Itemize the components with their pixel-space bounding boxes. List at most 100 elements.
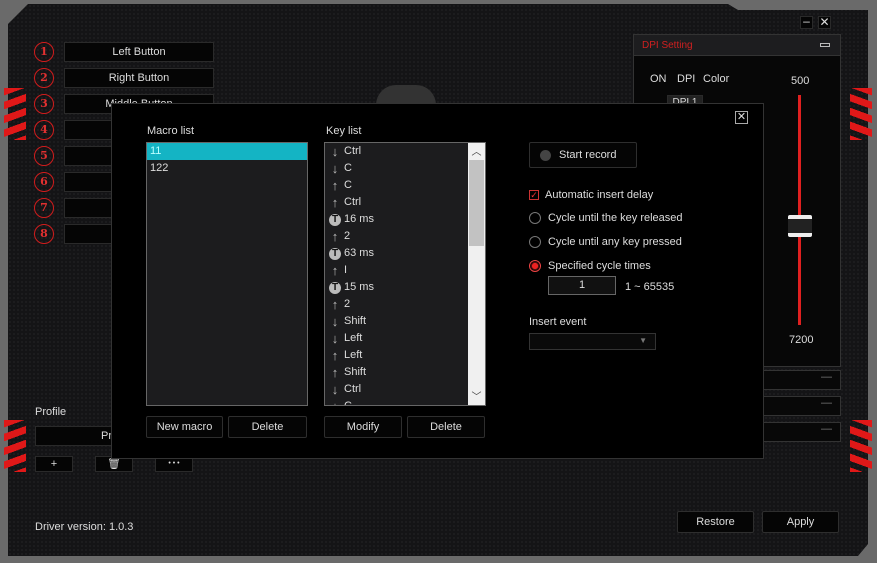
radio-key-released[interactable]: Cycle until the key released [529, 212, 683, 224]
dpi-slider-thumb[interactable] [788, 215, 812, 238]
dpi-title: DPI Setting [634, 35, 840, 56]
dpi-slider-track[interactable] [798, 95, 801, 325]
key-item[interactable]: ↑ C [325, 177, 468, 194]
arrow-up-icon: ↑ [331, 365, 339, 380]
key-item[interactable]: ↑ 2 [325, 228, 468, 245]
radio-icon [529, 212, 541, 224]
key-text: Left [344, 332, 363, 344]
decor-stripes [850, 420, 872, 472]
new-macro-button[interactable]: New macro [146, 416, 223, 438]
mouse-button-assign[interactable]: Left Button [64, 42, 214, 62]
key-list[interactable]: ↓ Ctrl ↓ C ↑ C ↑ Ctrl T 16 ms ↑ 2 T 63 ms ↑ I T 15 ms ↑ 2 ↓ S… [324, 142, 486, 406]
key-item[interactable]: ↓ Ctrl [325, 143, 468, 160]
radio-any-key[interactable]: Cycle until any key pressed [529, 236, 682, 248]
mouse-button-assign[interactable]: Right Button [64, 68, 214, 88]
add-profile-button[interactable]: + [35, 456, 73, 472]
radio-label: Cycle until the key released [548, 212, 683, 224]
key-item[interactable]: T 63 ms [325, 245, 468, 262]
slider-max: 7200 [789, 334, 814, 346]
arrow-down-icon: ↓ [331, 382, 339, 397]
key-text: C [344, 400, 352, 406]
arrow-down-icon: ↓ [331, 161, 339, 176]
start-record-button[interactable]: Start record [529, 142, 637, 168]
arrow-down-icon: ↓ [331, 314, 339, 329]
dpi-row[interactable]: — [763, 370, 841, 390]
col-on: ON [650, 73, 667, 85]
key-item[interactable]: T 15 ms [325, 279, 468, 296]
decor-stripes [4, 88, 26, 140]
scrollbar-thumb[interactable] [469, 160, 484, 246]
macro-item[interactable]: 11 [147, 143, 307, 160]
restore-button[interactable]: Restore [677, 511, 754, 533]
dialog-close-icon[interactable]: ✕ [735, 111, 748, 124]
key-item[interactable]: ↓ Left [325, 330, 468, 347]
insert-event-dropdown[interactable]: ▼ [529, 333, 656, 350]
minimize-icon[interactable]: – [800, 15, 813, 29]
button-number: 1 [34, 42, 54, 62]
decor-stripes [4, 420, 26, 472]
arrow-up-icon: ↑ [331, 263, 339, 278]
button-number: 7 [34, 198, 54, 218]
key-item[interactable]: ↑ I [325, 262, 468, 279]
auto-delay-label: Automatic insert delay [545, 189, 654, 201]
col-color: Color [703, 73, 730, 85]
decor-stripes [850, 88, 872, 140]
radio-specified[interactable]: Specified cycle times [529, 260, 651, 272]
key-text: Ctrl [344, 145, 362, 157]
start-record-label: Start record [559, 149, 617, 161]
key-text: Left [344, 349, 363, 361]
radio-label: Cycle until any key pressed [548, 236, 682, 248]
button-number: 8 [34, 224, 54, 244]
key-text: 16 ms [344, 213, 374, 225]
macro-item[interactable]: 122 [147, 160, 307, 177]
arrow-up-icon: ↑ [331, 178, 339, 193]
auto-delay-checkbox[interactable]: ✓ Automatic insert delay [529, 189, 653, 201]
arrow-down-icon: ↓ [328, 398, 342, 405]
profile-label: Profile [35, 406, 67, 418]
key-text: C [344, 179, 352, 191]
arrow-down-icon: ↓ [331, 144, 339, 159]
key-item[interactable]: T 16 ms [325, 211, 468, 228]
mouse-image [376, 85, 436, 105]
key-item[interactable]: ↓ Shift [325, 313, 468, 330]
dpi-row[interactable]: — [763, 422, 841, 442]
key-text: 2 [344, 298, 351, 310]
key-item[interactable]: ↑ Ctrl [325, 194, 468, 211]
button-number: 3 [34, 94, 54, 114]
macro-list-label: Macro list [147, 125, 195, 137]
record-icon [540, 149, 551, 161]
apply-button[interactable]: Apply [762, 511, 839, 533]
slider-min: 500 [791, 75, 810, 87]
button-number: 6 [34, 172, 54, 192]
key-list-label: Key list [326, 125, 362, 137]
button-number: 5 [34, 146, 54, 166]
scrollbar[interactable]: ︿ ﹀ [468, 143, 485, 405]
key-item[interactable]: ↑ Shift [325, 364, 468, 381]
key-text: Ctrl [344, 196, 362, 208]
key-item[interactable]: ↑ Left [325, 347, 468, 364]
collapse-icon[interactable] [820, 43, 830, 47]
delete-key-button[interactable]: Delete [407, 416, 485, 438]
key-item[interactable]: ↓C [325, 398, 468, 406]
key-text: C [344, 162, 352, 174]
key-item[interactable]: ↓C [325, 160, 468, 177]
scroll-down-icon[interactable]: ﹀ [468, 388, 485, 405]
key-text: Shift [344, 315, 367, 327]
arrow-up-icon: ↑ [331, 297, 339, 312]
key-item[interactable]: ↓ Ctrl [325, 381, 468, 398]
delete-macro-button[interactable]: Delete [228, 416, 307, 438]
key-text: Shift [344, 366, 367, 378]
checkbox-checked-icon: ✓ [529, 190, 539, 200]
macro-list[interactable]: 11 122 [146, 142, 308, 406]
scroll-up-icon[interactable]: ︿ [468, 143, 485, 160]
delay-icon: T [329, 281, 341, 294]
dropdown-arrow-icon: ▼ [639, 336, 647, 345]
key-text: I [344, 264, 348, 276]
modify-button[interactable]: Modify [324, 416, 402, 438]
dpi-row[interactable]: — [763, 396, 841, 416]
key-item[interactable]: ↑ 2 [325, 296, 468, 313]
button-number: 4 [34, 120, 54, 140]
cycle-times-input[interactable]: 1 [548, 276, 616, 295]
key-text: 63 ms [344, 247, 374, 259]
close-icon[interactable]: ✕ [818, 16, 831, 29]
